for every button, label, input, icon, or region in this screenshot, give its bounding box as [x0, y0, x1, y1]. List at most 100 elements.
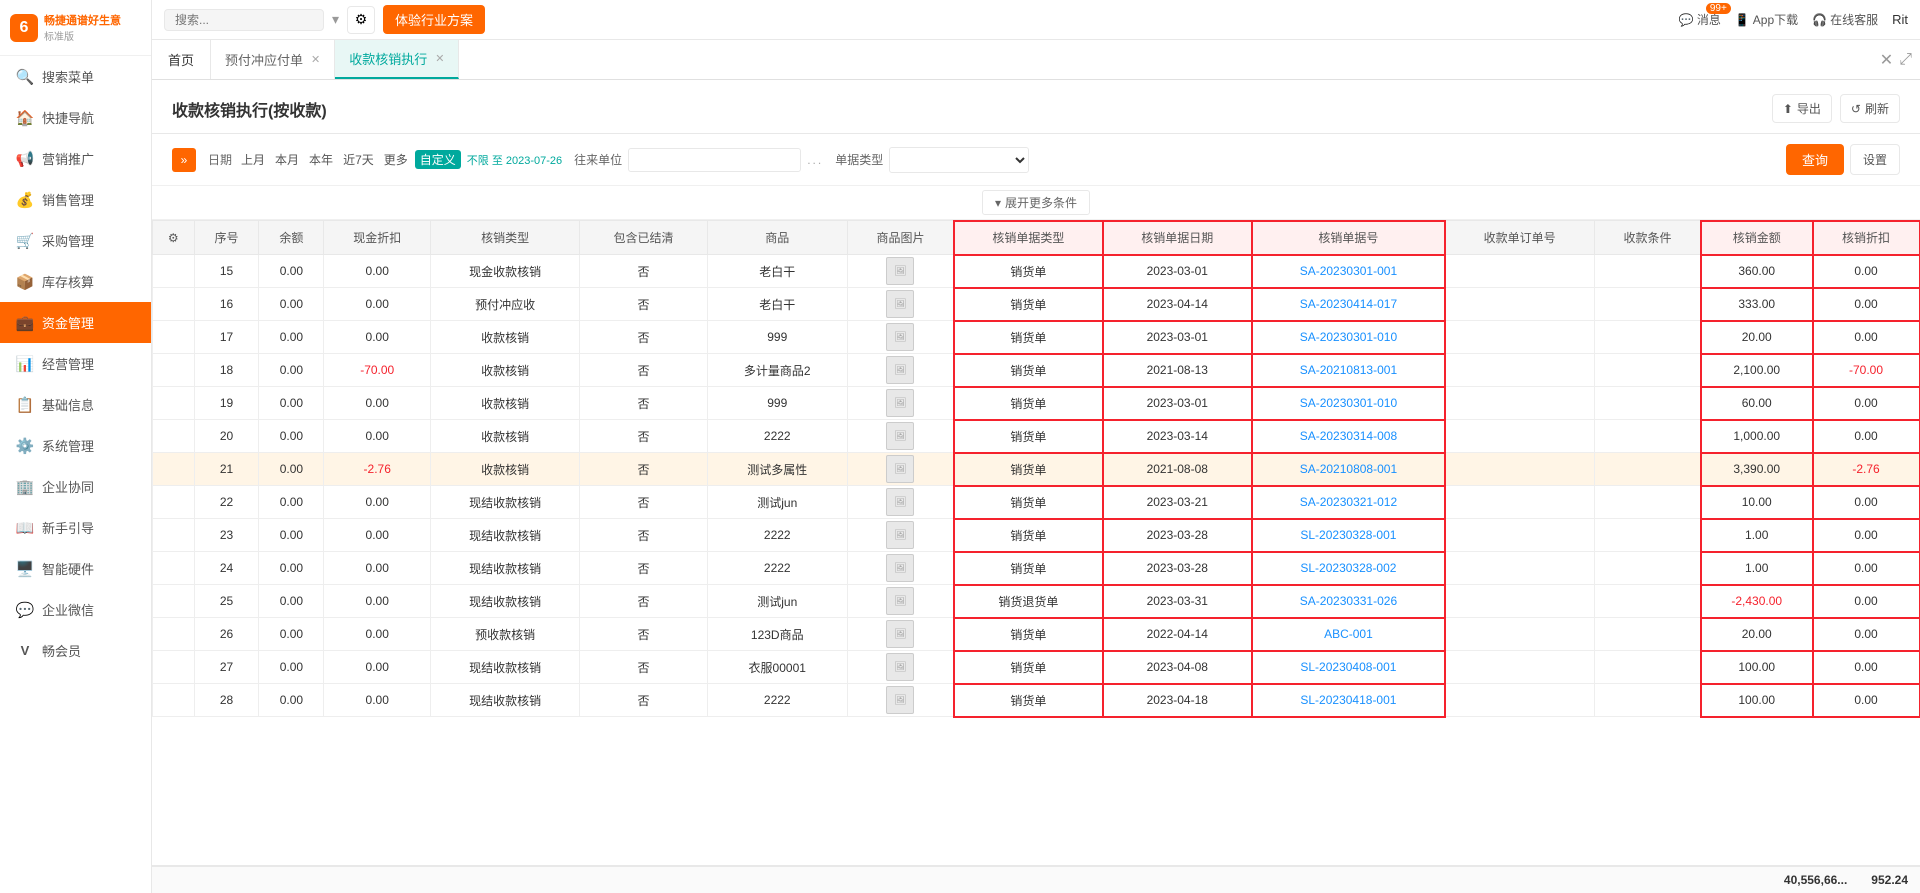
sidebar-item-basic-info[interactable]: 📋 基础信息 — [0, 384, 151, 425]
topbar-settings-btn[interactable]: ⚙ — [347, 6, 375, 34]
bill-no-link[interactable]: SA-20230331-026 — [1300, 594, 1397, 608]
sidebar-item-hardware[interactable]: 🖥️ 智能硬件 — [0, 548, 151, 589]
tab-collection-close[interactable]: ✕ — [435, 52, 444, 65]
bill-no-cell[interactable]: SL-20230328-001 — [1252, 519, 1445, 552]
sidebar-item-quick-nav[interactable]: 🏠 快捷导航 — [0, 97, 151, 138]
bill-no-link[interactable]: SA-20230301-001 — [1300, 264, 1397, 278]
bill-no-link[interactable]: SL-20230418-001 — [1300, 693, 1396, 707]
export-btn[interactable]: ⬆ 导出 — [1772, 94, 1832, 123]
sidebar-item-wechat[interactable]: 💬 企业微信 — [0, 589, 151, 630]
bill-no-cell[interactable]: ABC-001 — [1252, 618, 1445, 651]
bill-no-cell[interactable]: SL-20230418-001 — [1252, 684, 1445, 717]
col-settings-header[interactable]: ⚙ — [153, 221, 195, 255]
bill-no-cell[interactable]: SA-20230301-010 — [1252, 387, 1445, 420]
sidebar-item-member[interactable]: V 畅会员 — [0, 630, 151, 671]
filter-date-this-year[interactable]: 本年 — [306, 150, 336, 169]
topbar-message-btn[interactable]: 💬 消息 99+ — [1679, 11, 1721, 28]
refresh-btn[interactable]: ↺ 刷新 — [1840, 94, 1900, 123]
message-badge: 99+ — [1706, 3, 1731, 14]
topbar-search-input[interactable] — [164, 9, 324, 31]
receipt-order-no-cell — [1445, 453, 1594, 486]
sidebar-item-system[interactable]: ⚙️ 系统管理 — [0, 425, 151, 466]
bill-no-link[interactable]: SA-20230301-010 — [1300, 396, 1397, 410]
bill-no-link[interactable]: SL-20230328-001 — [1300, 528, 1396, 542]
bill-no-link[interactable]: SL-20230408-001 — [1300, 660, 1396, 674]
bill-no-link[interactable]: SA-20210808-001 — [1300, 462, 1397, 476]
bill-no-cell[interactable]: SA-20210813-001 — [1252, 354, 1445, 387]
filter-date-custom[interactable]: 自定义 — [415, 150, 461, 169]
filter-bill-type-select[interactable] — [889, 147, 1029, 173]
bill-no-link[interactable]: SA-20230301-010 — [1300, 330, 1397, 344]
topbar-industry-btn[interactable]: 体验行业方案 — [383, 5, 485, 34]
filter-date-this-month[interactable]: 本月 — [272, 150, 302, 169]
topbar-user[interactable]: Rit — [1892, 12, 1908, 27]
sidebar-item-sales[interactable]: 💰 销售管理 — [0, 179, 151, 220]
filter-date-more[interactable]: 更多 — [381, 150, 411, 169]
sidebar-item-search[interactable]: 🔍 搜索菜单 — [0, 56, 151, 97]
guide-icon: 📖 — [16, 519, 34, 537]
filter-date-7days[interactable]: 近7天 — [340, 150, 377, 169]
filter-toggle-btn[interactable]: » — [172, 148, 196, 172]
settings-cell — [153, 354, 195, 387]
bill-no-link[interactable]: SA-20230314-008 — [1300, 429, 1397, 443]
filter-unit-input[interactable] — [628, 148, 801, 172]
query-btn[interactable]: 查询 — [1786, 144, 1844, 175]
bill-no-cell[interactable]: SA-20230414-017 — [1252, 288, 1445, 321]
included-cleared-cell: 否 — [580, 420, 708, 453]
sidebar-item-guide[interactable]: 📖 新手引导 — [0, 507, 151, 548]
sidebar-logo: 6 畅捷通谱好生意 标准版 — [0, 0, 151, 56]
bill-no-cell[interactable]: SA-20210808-001 — [1252, 453, 1445, 486]
balance-cell: 0.00 — [259, 453, 324, 486]
expand-conditions-btn[interactable]: ▾ 展开更多条件 — [982, 190, 1090, 215]
receipt-order-no-cell — [1445, 420, 1594, 453]
bill-type-cell: 销货单 — [954, 453, 1103, 486]
bill-no-cell[interactable]: SA-20230321-012 — [1252, 486, 1445, 519]
sidebar-item-label: 资金管理 — [42, 313, 94, 332]
col-included-cleared-header: 包含已结清 — [580, 221, 708, 255]
sidebar-item-finance[interactable]: 💼 资金管理 — [0, 302, 151, 343]
close-window-icon[interactable]: ✕ — [1880, 50, 1893, 70]
enterprise-icon: 🏢 — [16, 478, 34, 496]
sidebar-item-purchase[interactable]: 🛒 采购管理 — [0, 220, 151, 261]
bill-no-link[interactable]: ABC-001 — [1324, 627, 1373, 641]
bill-date-cell: 2023-03-01 — [1103, 255, 1252, 288]
table-area[interactable]: ⚙ 序号 余额 现金折扣 核销类型 包含已结清 商品 商品图片 核销单据类型 核… — [152, 220, 1920, 865]
bill-no-cell[interactable]: SL-20230408-001 — [1252, 651, 1445, 684]
topbar-dropdown-icon[interactable]: ▾ — [332, 11, 339, 28]
sidebar-item-marketing[interactable]: 📢 营销推广 — [0, 138, 151, 179]
sidebar-item-operations[interactable]: 📊 经营管理 — [0, 343, 151, 384]
receipt-condition-cell — [1594, 255, 1701, 288]
bill-date-cell: 2023-03-28 — [1103, 519, 1252, 552]
sidebar-item-inventory[interactable]: 📦 库存核算 — [0, 261, 151, 302]
cancel-amount-cell: 10.00 — [1701, 486, 1813, 519]
tab-prepaid-close[interactable]: ✕ — [311, 53, 320, 66]
bill-no-cell[interactable]: SA-20230331-026 — [1252, 585, 1445, 618]
bill-date-cell: 2023-03-31 — [1103, 585, 1252, 618]
included-cleared-cell: 否 — [580, 321, 708, 354]
bill-no-cell[interactable]: SL-20230328-002 — [1252, 552, 1445, 585]
topbar-online-service[interactable]: 🎧 在线客服 — [1812, 11, 1878, 28]
hardware-icon: 🖥️ — [16, 560, 34, 578]
tab-home[interactable]: 首页 — [152, 40, 211, 79]
topbar-online-service-label: 在线客服 — [1830, 11, 1878, 28]
topbar-app-download[interactable]: 📱 App下载 — [1735, 11, 1798, 28]
bill-type-cell: 销货单 — [954, 321, 1103, 354]
bill-no-cell[interactable]: SA-20230301-010 — [1252, 321, 1445, 354]
filter-date-last-month[interactable]: 上月 — [238, 150, 268, 169]
bill-no-link[interactable]: SA-20230321-012 — [1300, 495, 1397, 509]
sidebar-item-label: 经营管理 — [42, 354, 94, 373]
bill-no-cell[interactable]: SA-20230314-008 — [1252, 420, 1445, 453]
bill-date-cell: 2023-03-01 — [1103, 321, 1252, 354]
bill-type-cell: 销货单 — [954, 651, 1103, 684]
bill-no-cell[interactable]: SA-20230301-001 — [1252, 255, 1445, 288]
maximize-icon[interactable]: ⤢ — [1899, 51, 1912, 69]
tab-prepaid[interactable]: 预付冲应付单 ✕ — [211, 40, 335, 79]
settings-btn[interactable]: 设置 — [1850, 144, 1900, 175]
export-icon: ⬆ — [1783, 102, 1793, 116]
bill-no-link[interactable]: SA-20230414-017 — [1300, 297, 1397, 311]
bill-no-link[interactable]: SA-20210813-001 — [1300, 363, 1397, 377]
cash-discount-cell: 0.00 — [324, 255, 431, 288]
tab-collection[interactable]: 收款核销执行 ✕ — [335, 40, 459, 79]
bill-no-link[interactable]: SL-20230328-002 — [1300, 561, 1396, 575]
sidebar-item-enterprise[interactable]: 🏢 企业协同 — [0, 466, 151, 507]
